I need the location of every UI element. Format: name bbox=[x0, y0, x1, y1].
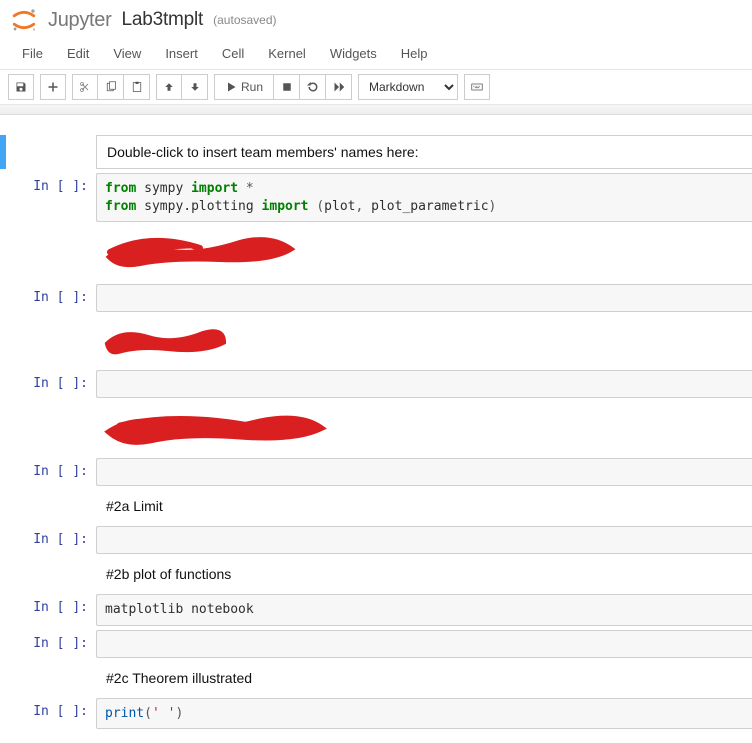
run-label: Run bbox=[241, 80, 263, 94]
cell-prompt bbox=[6, 490, 96, 522]
save-button[interactable] bbox=[8, 74, 34, 100]
code-input[interactable]: matplotlib notebook bbox=[96, 594, 752, 626]
markdown-cell[interactable]: Double-click to insert team members' nam… bbox=[0, 135, 752, 169]
restart-run-all-button[interactable] bbox=[326, 74, 352, 100]
markdown-rendered[interactable]: #2b plot of functions bbox=[96, 558, 752, 590]
menu-file[interactable]: File bbox=[10, 40, 55, 69]
cell-type-select[interactable]: Markdown bbox=[358, 74, 458, 100]
code-cell[interactable]: In [ ]:matplotlib notebook bbox=[0, 594, 752, 626]
code-cell[interactable]: In [ ]: bbox=[0, 630, 752, 658]
markdown-rendered[interactable]: Double-click to insert team members' nam… bbox=[97, 136, 752, 168]
add-cell-button[interactable] bbox=[40, 74, 66, 100]
markdown-rendered[interactable]: #2a Limit bbox=[96, 490, 752, 522]
plus-icon bbox=[47, 81, 59, 93]
redaction-scribble bbox=[0, 316, 752, 368]
restart-icon bbox=[307, 81, 319, 93]
menu-help[interactable]: Help bbox=[389, 40, 440, 69]
code-input[interactable]: from sympy import * from sympy.plotting … bbox=[96, 173, 752, 222]
cell-prompt bbox=[6, 662, 96, 694]
cut-button[interactable] bbox=[72, 74, 98, 100]
markdown-cell[interactable]: #2c Theorem illustrated bbox=[0, 662, 752, 694]
interrupt-button[interactable] bbox=[274, 74, 300, 100]
arrow-up-icon bbox=[163, 81, 175, 93]
copy-icon bbox=[105, 81, 117, 93]
paste-icon bbox=[131, 81, 143, 93]
toolbar: Run Markdown bbox=[0, 70, 752, 105]
move-up-button[interactable] bbox=[156, 74, 182, 100]
redaction-scribble bbox=[0, 402, 752, 456]
cell-prompt: In [ ]: bbox=[6, 370, 96, 398]
menu-view[interactable]: View bbox=[101, 40, 153, 69]
menu-widgets[interactable]: Widgets bbox=[318, 40, 389, 69]
code-cell[interactable]: In [ ]:print(' ') bbox=[0, 698, 752, 730]
code-input[interactable] bbox=[96, 458, 752, 486]
code-input[interactable] bbox=[96, 630, 752, 658]
restart-button[interactable] bbox=[300, 74, 326, 100]
markdown-cell[interactable]: #2a Limit bbox=[0, 490, 752, 522]
autosave-status: (autosaved) bbox=[213, 13, 276, 27]
code-cell[interactable]: In [ ]:from sympy import * from sympy.pl… bbox=[0, 173, 752, 222]
header: Jupyter Lab3tmplt (autosaved) bbox=[0, 0, 752, 38]
play-icon bbox=[225, 81, 237, 93]
markdown-rendered[interactable]: #2c Theorem illustrated bbox=[96, 662, 752, 694]
markdown-cell[interactable]: #2b plot of functions bbox=[0, 558, 752, 590]
cell-prompt bbox=[6, 135, 96, 169]
menu-insert[interactable]: Insert bbox=[153, 40, 210, 69]
jupyter-logo-icon bbox=[10, 6, 38, 34]
notebook-container: Double-click to insert team members' nam… bbox=[0, 115, 752, 729]
menubar: File Edit View Insert Cell Kernel Widget… bbox=[0, 38, 752, 70]
code-input[interactable] bbox=[96, 526, 752, 554]
fast-forward-icon bbox=[333, 81, 345, 93]
keyboard-icon bbox=[471, 81, 483, 93]
save-icon bbox=[15, 81, 27, 93]
cell-prompt: In [ ]: bbox=[6, 698, 96, 730]
scissors-icon bbox=[79, 81, 91, 93]
code-cell[interactable]: In [ ]: bbox=[0, 284, 752, 312]
code-cell[interactable]: In [ ]: bbox=[0, 370, 752, 398]
redaction-scribble bbox=[0, 226, 752, 282]
brand-name: Jupyter bbox=[48, 9, 112, 32]
cell-prompt: In [ ]: bbox=[6, 173, 96, 222]
cell-prompt: In [ ]: bbox=[6, 594, 96, 626]
code-input[interactable] bbox=[96, 284, 752, 312]
cell-prompt bbox=[6, 558, 96, 590]
code-cell[interactable]: In [ ]: bbox=[0, 526, 752, 554]
menu-cell[interactable]: Cell bbox=[210, 40, 256, 69]
cell-prompt: In [ ]: bbox=[6, 458, 96, 486]
cell-prompt: In [ ]: bbox=[6, 630, 96, 658]
toolbar-shadow bbox=[0, 105, 752, 115]
cell-prompt: In [ ]: bbox=[6, 526, 96, 554]
notebook-title[interactable]: Lab3tmplt bbox=[122, 9, 204, 31]
menu-edit[interactable]: Edit bbox=[55, 40, 101, 69]
code-input[interactable]: print(' ') bbox=[96, 698, 752, 730]
code-input[interactable] bbox=[96, 370, 752, 398]
run-button[interactable]: Run bbox=[214, 74, 274, 100]
paste-button[interactable] bbox=[124, 74, 150, 100]
stop-icon bbox=[281, 81, 293, 93]
copy-button[interactable] bbox=[98, 74, 124, 100]
menu-kernel[interactable]: Kernel bbox=[256, 40, 318, 69]
command-palette-button[interactable] bbox=[464, 74, 490, 100]
cell-prompt: In [ ]: bbox=[6, 284, 96, 312]
code-cell[interactable]: In [ ]: bbox=[0, 458, 752, 486]
arrow-down-icon bbox=[189, 81, 201, 93]
move-down-button[interactable] bbox=[182, 74, 208, 100]
